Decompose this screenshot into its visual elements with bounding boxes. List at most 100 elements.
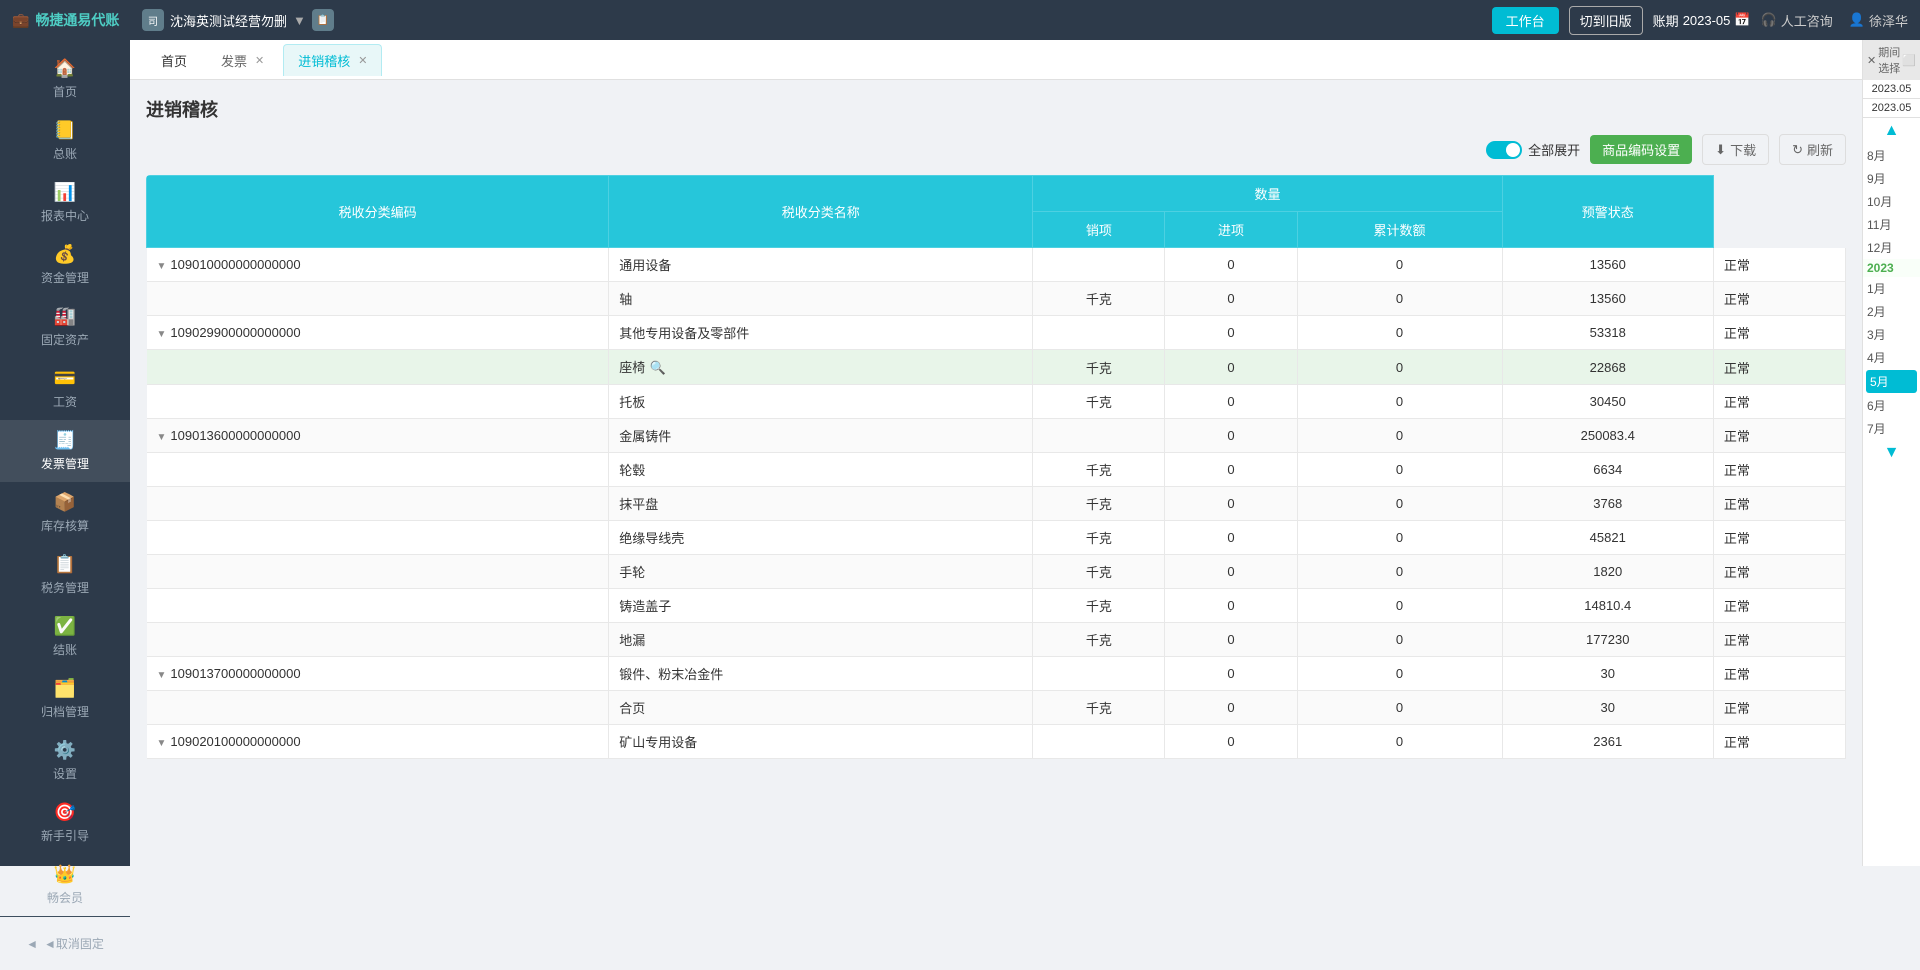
download-icon: ⬇: [1715, 142, 1726, 158]
expand-toggle-switch[interactable]: [1486, 141, 1522, 159]
period-panel-close[interactable]: ✕: [1867, 54, 1876, 67]
period-month-item[interactable]: 7月: [1863, 417, 1920, 440]
period-month-item[interactable]: 12月: [1863, 236, 1920, 259]
salary-icon: 💳: [54, 368, 76, 389]
home-icon: 🏠: [54, 58, 76, 79]
tab-invoice[interactable]: 发票 ✕: [206, 44, 279, 76]
switch-version-button[interactable]: 切到旧版: [1569, 6, 1643, 35]
fixed-assets-icon: 🏭: [54, 306, 76, 327]
company-selector[interactable]: 司 沈海英测试经营勿删 ▼ 📋: [142, 9, 1482, 31]
sidebar-item-ledger[interactable]: 📒 总账: [0, 110, 130, 172]
expand-icon[interactable]: ▼: [157, 738, 167, 749]
user-menu[interactable]: 👤 徐泽华: [1849, 11, 1908, 30]
table-row: 座椅 🔍千克0022868正常: [147, 350, 1846, 385]
product-code-button[interactable]: 商品编码设置: [1590, 135, 1692, 164]
expand-icon[interactable]: ▼: [157, 432, 167, 443]
expand-all-label: 全部展开: [1528, 140, 1580, 159]
company-archive-icon[interactable]: 📋: [312, 9, 334, 31]
sidebar-item-home[interactable]: 🏠 首页: [0, 48, 130, 110]
topbar-actions: 工作台 切到旧版 账期 2023-05 📅: [1492, 6, 1751, 35]
th-cumulative: 累计数额: [1297, 212, 1502, 248]
sidebar-label-settings: 设置: [53, 765, 77, 782]
sidebar-label-archive: 归档管理: [41, 703, 89, 720]
workbench-button[interactable]: 工作台: [1492, 7, 1559, 34]
search-icon[interactable]: 🔍: [649, 359, 667, 377]
tab-invoice-close[interactable]: ✕: [255, 54, 264, 67]
company-icon[interactable]: 司: [142, 9, 164, 31]
sidebar-item-fixed-assets[interactable]: 🏭 固定资产: [0, 296, 130, 358]
table-wrapper: 税收分类编码 税收分类名称 数量 预警状态 销项 进项 累计数额 ▼109010…: [146, 175, 1846, 850]
table-row: 铸造盖子千克0014810.4正常: [147, 589, 1846, 623]
period-nav-up[interactable]: ▲: [1863, 118, 1920, 144]
period-month-item[interactable]: 1月: [1863, 277, 1920, 300]
period-nav-down[interactable]: ▼: [1863, 440, 1920, 466]
member-icon: 👑: [54, 864, 76, 885]
period-month-item[interactable]: 2月: [1863, 300, 1920, 323]
tab-reconciliation-close[interactable]: ✕: [358, 54, 367, 67]
refresh-icon: ↻: [1792, 142, 1803, 158]
sidebar-item-settings[interactable]: ⚙️ 设置: [0, 730, 130, 792]
tab-reconciliation[interactable]: 进销稽核 ✕: [283, 44, 382, 76]
table-row: 地漏千克00177230正常: [147, 623, 1846, 657]
refresh-button[interactable]: ↻ 刷新: [1779, 134, 1846, 165]
download-button[interactable]: ⬇ 下载: [1702, 134, 1769, 165]
period-month-item[interactable]: 10月: [1863, 190, 1920, 213]
tax-icon: 📋: [54, 554, 76, 575]
table-row: ▼109013600000000000金属铸件00250083.4正常: [147, 419, 1846, 453]
th-tax-code: 税收分类编码: [147, 176, 609, 248]
unpin-button[interactable]: ◄ ◄取消固定: [0, 927, 130, 960]
sidebar-item-tax[interactable]: 📋 税务管理: [0, 544, 130, 606]
toolbar: 全部展开 商品编码设置 ⬇ 下载 ↻ 刷新: [146, 134, 1846, 165]
th-warning: 预警状态: [1502, 176, 1713, 248]
period-month-item[interactable]: 9月: [1863, 167, 1920, 190]
unpin-label: ◄取消固定: [44, 935, 104, 952]
expand-all-toggle[interactable]: 全部展开: [1486, 140, 1580, 159]
service-button[interactable]: 🎧 人工咨询: [1761, 11, 1833, 30]
service-label: 人工咨询: [1781, 11, 1833, 30]
logo-icon: 💼: [12, 12, 29, 29]
period-month-item[interactable]: 2023: [1863, 259, 1920, 277]
ledger-icon: 📒: [54, 120, 76, 141]
topbar: 💼 畅捷通易代账 司 沈海英测试经营勿删 ▼ 📋 工作台 切到旧版 账期 202…: [0, 0, 1920, 40]
sidebar-item-invoice[interactable]: 🧾 发票管理: [0, 420, 130, 482]
period-panel-header: ✕ 期间选择 ⬜: [1863, 40, 1920, 80]
sidebar-item-settlement[interactable]: ✅ 结账: [0, 606, 130, 668]
sidebar-item-salary[interactable]: 💳 工资: [0, 358, 130, 420]
sidebar-item-archive[interactable]: 🗂️ 归档管理: [0, 668, 130, 730]
sidebar-label-member: 畅会员: [47, 889, 83, 906]
period-display: 账期 2023-05 📅: [1653, 11, 1751, 30]
sidebar-item-reports[interactable]: 📊 报表中心: [0, 172, 130, 234]
sidebar-item-inventory[interactable]: 📦 库存核算: [0, 482, 130, 544]
sidebar-label-settlement: 结账: [53, 641, 77, 658]
sidebar-item-guide[interactable]: 🎯 新手引导: [0, 792, 130, 854]
tab-home[interactable]: 首页: [146, 44, 202, 76]
table-row: ▼109020100000000000矿山专用设备002361正常: [147, 725, 1846, 759]
period-month-item[interactable]: 4月: [1863, 346, 1920, 369]
sidebar-item-member[interactable]: 👑 畅会员: [0, 854, 130, 916]
sidebar-label-guide: 新手引导: [41, 827, 89, 844]
expand-icon[interactable]: ▼: [157, 329, 167, 340]
sidebar-item-funds[interactable]: 💰 资金管理: [0, 234, 130, 296]
company-name: 沈海英测试经营勿删: [170, 11, 287, 30]
sidebar-label-home: 首页: [53, 83, 77, 100]
period-month-active[interactable]: 5月: [1866, 370, 1917, 393]
period-month-item[interactable]: 6月: [1863, 394, 1920, 417]
period-panel-expand[interactable]: ⬜: [1902, 54, 1916, 67]
company-arrow-icon[interactable]: ▼: [293, 13, 306, 28]
expand-icon[interactable]: ▼: [157, 670, 167, 681]
period-month-item[interactable]: 3月: [1863, 323, 1920, 346]
period-panel: ✕ 期间选择 ⬜ 2023.05 2023.05 ▲ 8月9月10月11月12月…: [1862, 40, 1920, 866]
sidebar-label-invoice: 发票管理: [41, 455, 89, 472]
table-row: 手轮千克001820正常: [147, 555, 1846, 589]
calendar-icon[interactable]: 📅: [1734, 12, 1750, 28]
inventory-icon: 📦: [54, 492, 76, 513]
period-panel-title: 期间选择: [1876, 44, 1902, 76]
settings-icon: ⚙️: [54, 740, 76, 761]
period-month-item[interactable]: 8月: [1863, 144, 1920, 167]
period-month-item[interactable]: 11月: [1863, 213, 1920, 236]
table-row: 绝缘导线壳千克0045821正常: [147, 521, 1846, 555]
sidebar-label-tax: 税务管理: [41, 579, 89, 596]
sidebar-label-reports: 报表中心: [41, 207, 89, 224]
expand-icon[interactable]: ▼: [157, 261, 167, 272]
refresh-label: 刷新: [1807, 140, 1833, 159]
